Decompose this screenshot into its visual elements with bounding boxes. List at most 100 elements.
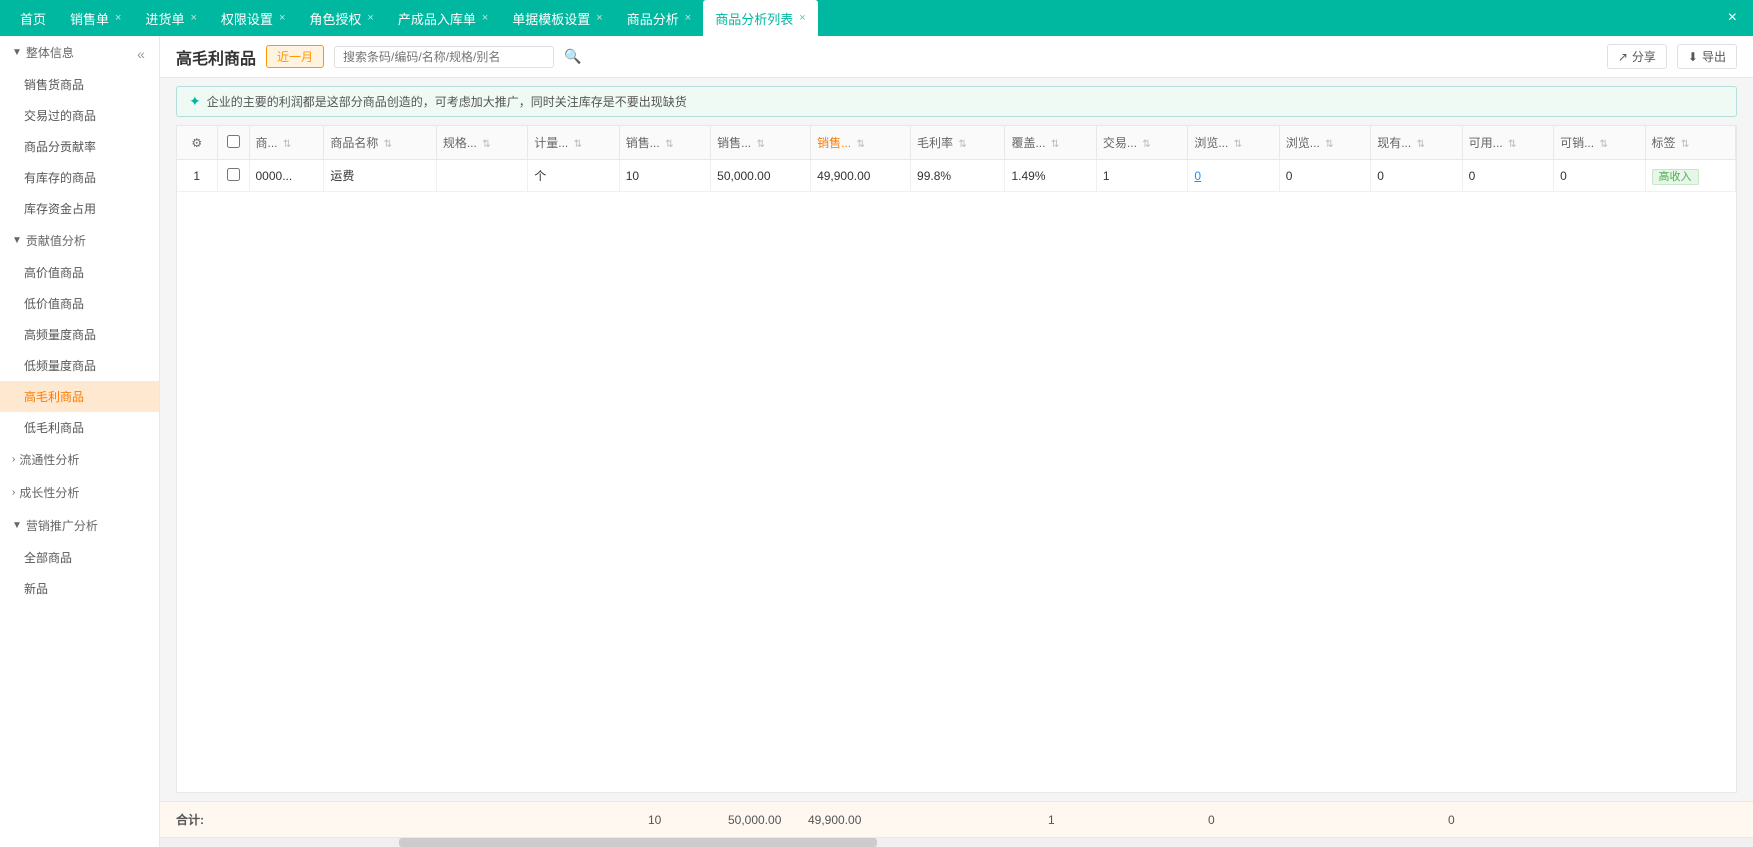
- sidebar-group-growth[interactable]: › 成长性分析: [0, 476, 159, 509]
- close-product-analysis-list-tab[interactable]: ×: [799, 12, 805, 24]
- sidebar-item-low-value[interactable]: 低价值商品: [0, 288, 159, 319]
- th-browse1[interactable]: 浏览... ⇅: [1188, 126, 1279, 160]
- close-role-permission-tab[interactable]: ×: [367, 12, 373, 24]
- sidebar-group-financial-arrow: ▼: [12, 235, 22, 246]
- nav-tab-template-settings[interactable]: 单据模板设置 ×: [500, 0, 614, 36]
- sort-icon-unit: ⇅: [574, 139, 582, 150]
- th-name[interactable]: 商品名称 ⇅: [324, 126, 437, 160]
- sidebar-group-flow[interactable]: › 流通性分析: [0, 443, 159, 476]
- sidebar-group-growth-arrow: ›: [12, 487, 15, 498]
- nav-tab-home[interactable]: 首页: [8, 0, 58, 36]
- sidebar-item-sales-goods[interactable]: 销售货商品: [0, 69, 159, 100]
- sidebar-item-goods-contrib[interactable]: 商品分贡献率: [0, 131, 159, 162]
- th-sales-qty[interactable]: 销售... ⇅: [619, 126, 710, 160]
- info-icon: ✦: [189, 93, 201, 110]
- th-gross-margin[interactable]: 毛利率 ⇅: [911, 126, 1005, 160]
- td-index: 1: [177, 160, 217, 192]
- nav-tab-product-analysis[interactable]: 商品分析 ×: [615, 0, 703, 36]
- sidebar-item-high-margin[interactable]: 高毛利商品: [0, 381, 159, 412]
- nav-tab-sales[interactable]: 销售单 ×: [58, 0, 133, 36]
- nav-tab-purchase[interactable]: 进货单 ×: [133, 0, 208, 36]
- nav-tab-product-analysis-list[interactable]: 商品分析列表 ×: [703, 0, 817, 36]
- sort-icon-sales-qty: ⇅: [665, 139, 673, 150]
- sidebar-item-traded-goods[interactable]: 交易过的商品: [0, 100, 159, 131]
- th-coverage[interactable]: 覆盖... ⇅: [1005, 126, 1096, 160]
- sort-icon-sales-profit: ⇅: [856, 139, 864, 150]
- table-wrapper: ⚙ 商... ⇅ 商品名称 ⇅: [176, 125, 1737, 793]
- sort-icon-sales-amount: ⇅: [757, 139, 765, 150]
- filter-recent-month-button[interactable]: 近一月: [266, 45, 324, 68]
- nav-tab-permission-settings[interactable]: 权限设置 ×: [209, 0, 297, 36]
- th-unit[interactable]: 计量... ⇅: [528, 126, 619, 160]
- info-banner: ✦ 企业的主要的利润都是这部分商品创造的，可考虑加大推广，同时关注库存是不要出现…: [176, 86, 1737, 117]
- th-current-stock[interactable]: 现有... ⇅: [1371, 126, 1462, 160]
- settings-icon: ⚙: [191, 136, 202, 150]
- th-sales-amount[interactable]: 销售... ⇅: [711, 126, 811, 160]
- sidebar-item-new-goods[interactable]: 新品: [0, 573, 159, 604]
- sidebar-item-inventory-goods[interactable]: 有库存的商品: [0, 162, 159, 193]
- page-title: 高毛利商品: [176, 45, 256, 69]
- th-spec[interactable]: 规格... ⇅: [436, 126, 527, 160]
- nav-tab-product-inbound[interactable]: 产成品入库单 ×: [386, 0, 500, 36]
- th-sellable[interactable]: 可销... ⇅: [1554, 126, 1645, 160]
- sort-icon-trade-count: ⇅: [1142, 139, 1150, 150]
- close-product-inbound-tab[interactable]: ×: [482, 12, 488, 24]
- sidebar-collapse-button[interactable]: «: [131, 44, 151, 64]
- close-sales-tab[interactable]: ×: [115, 12, 121, 24]
- th-sales-profit[interactable]: 销售... ⇅: [811, 126, 911, 160]
- close-purchase-tab[interactable]: ×: [190, 12, 196, 24]
- sidebar-group-flow-arrow: ›: [12, 454, 15, 465]
- td-sales-profit: 49,900.00: [811, 160, 911, 192]
- th-check: [217, 126, 249, 160]
- th-trade-count[interactable]: 交易... ⇅: [1096, 126, 1187, 160]
- sidebar-item-inventory-ratio[interactable]: 库存资金占用: [0, 193, 159, 224]
- search-input[interactable]: [334, 46, 554, 68]
- td-browse1: 0: [1188, 160, 1279, 192]
- td-code: 0000...: [249, 160, 324, 192]
- sort-icon-spec: ⇅: [482, 139, 490, 150]
- sidebar-item-low-freq[interactable]: 低频量度商品: [0, 350, 159, 381]
- td-check: [217, 160, 249, 192]
- td-tag: 高收入: [1645, 160, 1735, 192]
- close-permission-settings-tab[interactable]: ×: [279, 12, 285, 24]
- td-name: 运费: [324, 160, 437, 192]
- td-trade-count: 1: [1096, 160, 1187, 192]
- row-checkbox[interactable]: [227, 168, 240, 181]
- sidebar-group-financial[interactable]: ▼ 贡献值分析: [0, 224, 159, 257]
- sort-icon-name: ⇅: [384, 139, 392, 150]
- export-button[interactable]: ⬇ 导出: [1677, 44, 1737, 69]
- data-table: ⚙ 商... ⇅ 商品名称 ⇅: [177, 126, 1736, 192]
- footer-sales-amount: 50,000.00: [716, 813, 796, 827]
- td-coverage: 1.49%: [1005, 160, 1096, 192]
- th-available[interactable]: 可用... ⇅: [1462, 126, 1553, 160]
- close-template-settings-tab[interactable]: ×: [596, 12, 602, 24]
- sidebar-group-overall-arrow: ▼: [12, 47, 22, 58]
- sidebar-item-low-margin[interactable]: 低毛利商品: [0, 412, 159, 443]
- footer-browse2: 0: [1196, 813, 1276, 827]
- close-all-tabs[interactable]: ×: [1720, 9, 1745, 27]
- sidebar-item-high-freq[interactable]: 高频量度商品: [0, 319, 159, 350]
- export-icon: ⬇: [1688, 50, 1698, 64]
- footer-label: 合计:: [176, 811, 296, 828]
- th-settings[interactable]: ⚙: [177, 126, 217, 160]
- sidebar-item-all-goods[interactable]: 全部商品: [0, 542, 159, 573]
- th-code[interactable]: 商... ⇅: [249, 126, 324, 160]
- sort-icon-gross-margin: ⇅: [958, 139, 966, 150]
- share-button[interactable]: ↗ 分享: [1607, 44, 1667, 69]
- th-browse2[interactable]: 浏览... ⇅: [1279, 126, 1370, 160]
- sort-icon-coverage: ⇅: [1051, 139, 1059, 150]
- close-product-analysis-tab[interactable]: ×: [685, 12, 691, 24]
- search-icon[interactable]: 🔍: [564, 48, 581, 65]
- td-available: 0: [1462, 160, 1553, 192]
- sidebar-item-high-value[interactable]: 高价值商品: [0, 257, 159, 288]
- nav-tab-role-permission[interactable]: 角色授权 ×: [297, 0, 385, 36]
- select-all-checkbox[interactable]: [227, 135, 240, 148]
- content-area: 高毛利商品 近一月 🔍 ↗ 分享 ⬇ 导出 ✦ 企业的主要的利润都是这部分商品创…: [160, 36, 1753, 847]
- td-unit: 个: [528, 160, 619, 192]
- bottom-scrollbar[interactable]: [160, 837, 1753, 847]
- th-tag[interactable]: 标签 ⇅: [1645, 126, 1735, 160]
- sort-icon-current-stock: ⇅: [1417, 139, 1425, 150]
- td-sales-qty: 10: [619, 160, 710, 192]
- scrollbar-thumb[interactable]: [399, 838, 877, 847]
- sidebar-group-marketing[interactable]: ▼ 营销推广分析: [0, 509, 159, 542]
